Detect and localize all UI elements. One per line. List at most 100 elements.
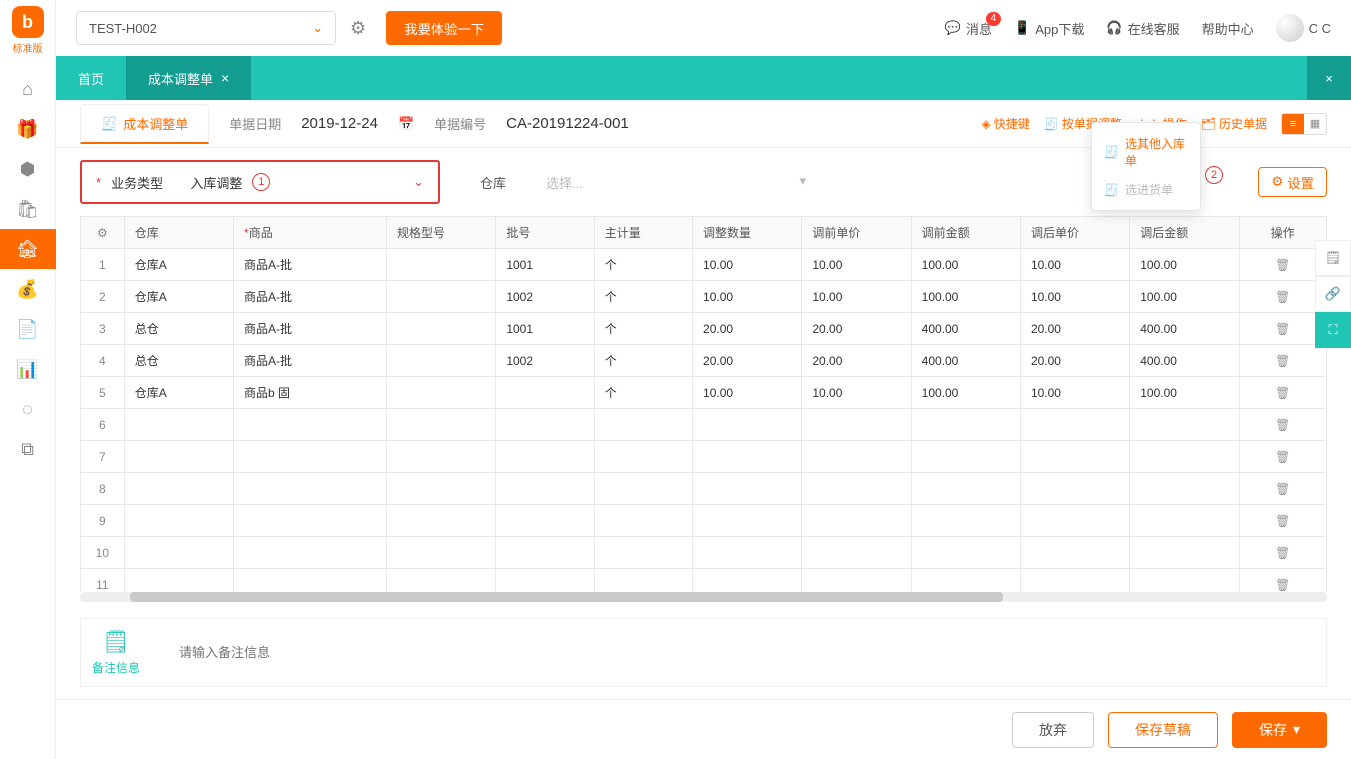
col-pre-amt: 调前金额 [911,217,1020,249]
right-rail: 🗒 🔗 ⛶ [1315,240,1351,348]
settings-button[interactable]: ⚙ 设置 [1258,167,1327,197]
shortcut-button[interactable]: ◈ 快捷键 [982,115,1030,132]
logo-sub: 标准版 [13,40,43,55]
table-row[interactable]: 11🗑 [81,569,1327,593]
table-row[interactable]: 5仓库A商品b 固个10.0010.00100.0010.00100.00🗑 [81,377,1327,409]
warehouse-label: 仓库 [480,173,506,192]
delete-icon[interactable]: 🗑 [1275,514,1290,528]
sidebar: b 标准版 ⌂ 🎁 ⬢ 🛍 🏚 💰 📄 📊 ◌ ⧉ [0,0,56,759]
user-menu[interactable]: C C [1276,14,1331,42]
table-row[interactable]: 4总仓商品A-批1002个20.0020.00400.0020.00400.00… [81,345,1327,377]
col-spec: 规格型号 [387,217,496,249]
support-button[interactable]: 🎧 在线客服 [1106,19,1179,38]
col-product: *商品 [234,217,387,249]
help-button[interactable]: 帮助中心 [1202,19,1254,38]
page-tabs: 首页 成本调整单 × × [56,56,1351,100]
document-icon: 🧾 [101,116,117,132]
required-marker: * [96,175,101,190]
app-download-button[interactable]: 📱 App下载 [1014,19,1084,38]
table-row[interactable]: 3总仓商品A-批1001个20.0020.00400.0020.00400.00… [81,313,1327,345]
tab-home[interactable]: 首页 [56,56,126,100]
chevron-down-icon: ⌄ [413,174,424,190]
nav-sync-icon[interactable]: ◌ [0,389,56,429]
table-row[interactable]: 1仓库A商品A-批1001个10.0010.00100.0010.00100.0… [81,249,1327,281]
chevron-down-icon: ⌄ [312,20,323,36]
row-config-icon[interactable]: ⚙ [81,217,125,249]
table-row[interactable]: 2仓库A商品A-批1002个10.0010.00100.0010.00100.0… [81,281,1327,313]
rail-link-icon[interactable]: 🔗 [1315,276,1351,312]
table-row[interactable]: 8🗑 [81,473,1327,505]
history-button[interactable]: 🗂 历史单据 [1201,115,1267,132]
col-warehouse: 仓库 [124,217,233,249]
chevron-down-icon: ▾ [1293,721,1300,738]
message-icon: 💬 [945,20,961,36]
grid-view-icon[interactable]: ▦ [1304,114,1326,134]
nav-new-icon[interactable]: ⧉ [0,429,56,469]
table-row[interactable]: 7🗑 [81,441,1327,473]
nav-money-icon[interactable]: 💰 [0,269,56,309]
gear-icon[interactable]: ⚙ [350,18,366,39]
nav-doc-icon[interactable]: 📄 [0,309,56,349]
nav-gift-icon[interactable]: 🎁 [0,109,56,149]
close-all-icon[interactable]: × [1307,56,1351,100]
date-label: 单据日期 [229,114,281,133]
view-toggle[interactable]: ≡▦ [1281,113,1327,135]
logo-icon: b [12,6,44,38]
nav-house-icon[interactable]: ⬢ [0,149,56,189]
select-bill-popup: 🧾 选其他入库单 🧾 选进货单 [1091,122,1201,211]
remark-input[interactable] [169,619,1326,686]
close-icon[interactable]: × [221,70,229,86]
col-unit: 主计量 [594,217,692,249]
delete-icon[interactable]: 🗑 [1275,578,1290,592]
delete-icon[interactable]: 🗑 [1275,322,1290,336]
horizontal-scrollbar[interactable] [80,592,1327,602]
delete-icon[interactable]: 🗑 [1275,418,1290,432]
date-value[interactable]: 2019-12-24 [301,115,378,132]
rail-expand-icon[interactable]: ⛶ [1315,312,1351,348]
messages-badge: 4 [986,12,1002,26]
nav-home-icon[interactable]: ⌂ [0,69,56,109]
col-ops: 操作 [1239,217,1326,249]
calendar-icon[interactable]: 📅 [398,116,414,132]
nav-bag-icon[interactable]: 🛍 [0,189,56,229]
delete-icon[interactable]: 🗑 [1275,546,1290,560]
table-row[interactable]: 6🗑 [81,409,1327,441]
doc-type-tab[interactable]: 🧾 成本调整单 [80,104,209,144]
delete-icon[interactable]: 🗑 [1275,482,1290,496]
table-row[interactable]: 10🗑 [81,537,1327,569]
tab-cost-adjust[interactable]: 成本调整单 × [126,56,251,100]
remark-label: 🗒 备注信息 [81,619,151,686]
col-qty: 调整数量 [693,217,802,249]
table-row[interactable]: 9🗑 [81,505,1327,537]
rail-note-icon[interactable]: 🗒 [1315,240,1351,276]
data-table: ⚙ 仓库 *商品 规格型号 批号 主计量 调整数量 调前单价 调前金额 调后单价… [80,216,1327,592]
save-button[interactable]: 保存 ▾ [1232,712,1327,748]
list-view-icon[interactable]: ≡ [1282,114,1304,134]
delete-icon[interactable]: 🗑 [1275,450,1290,464]
annotation-2: 2 [1205,166,1223,184]
annotation-1: 1 [252,173,270,191]
col-post-amt: 调后金额 [1130,217,1239,249]
warehouse-select[interactable]: 选择... [546,173,806,192]
phone-icon: 📱 [1014,20,1030,36]
col-pre-price: 调前单价 [802,217,911,249]
remark-section: 🗒 备注信息 [80,618,1327,687]
delete-icon[interactable]: 🗑 [1275,258,1290,272]
footer: 放弃 保存草稿 保存 ▾ [56,699,1351,759]
discard-button[interactable]: 放弃 [1012,712,1094,748]
business-type-select[interactable]: * 业务类型 入库调整 1 ⌄ [80,160,440,204]
nav-report-icon[interactable]: 📊 [0,349,56,389]
delete-icon[interactable]: 🗑 [1275,386,1290,400]
org-select[interactable]: TEST-H002 ⌄ [76,11,336,45]
popup-purchase: 🧾 选进货单 [1092,175,1200,204]
biz-label: 业务类型 [111,173,163,192]
popup-other-inbound[interactable]: 🧾 选其他入库单 [1092,129,1200,175]
messages-button[interactable]: 💬 消息 4 [945,19,992,38]
docno-value: CA-20191224-001 [506,115,629,132]
nav-warehouse-icon[interactable]: 🏚 [0,229,56,269]
try-button[interactable]: 我要体验一下 [386,11,502,45]
save-draft-button[interactable]: 保存草稿 [1108,712,1218,748]
delete-icon[interactable]: 🗑 [1275,354,1290,368]
note-icon: 🗒 [102,629,130,655]
delete-icon[interactable]: 🗑 [1275,290,1290,304]
